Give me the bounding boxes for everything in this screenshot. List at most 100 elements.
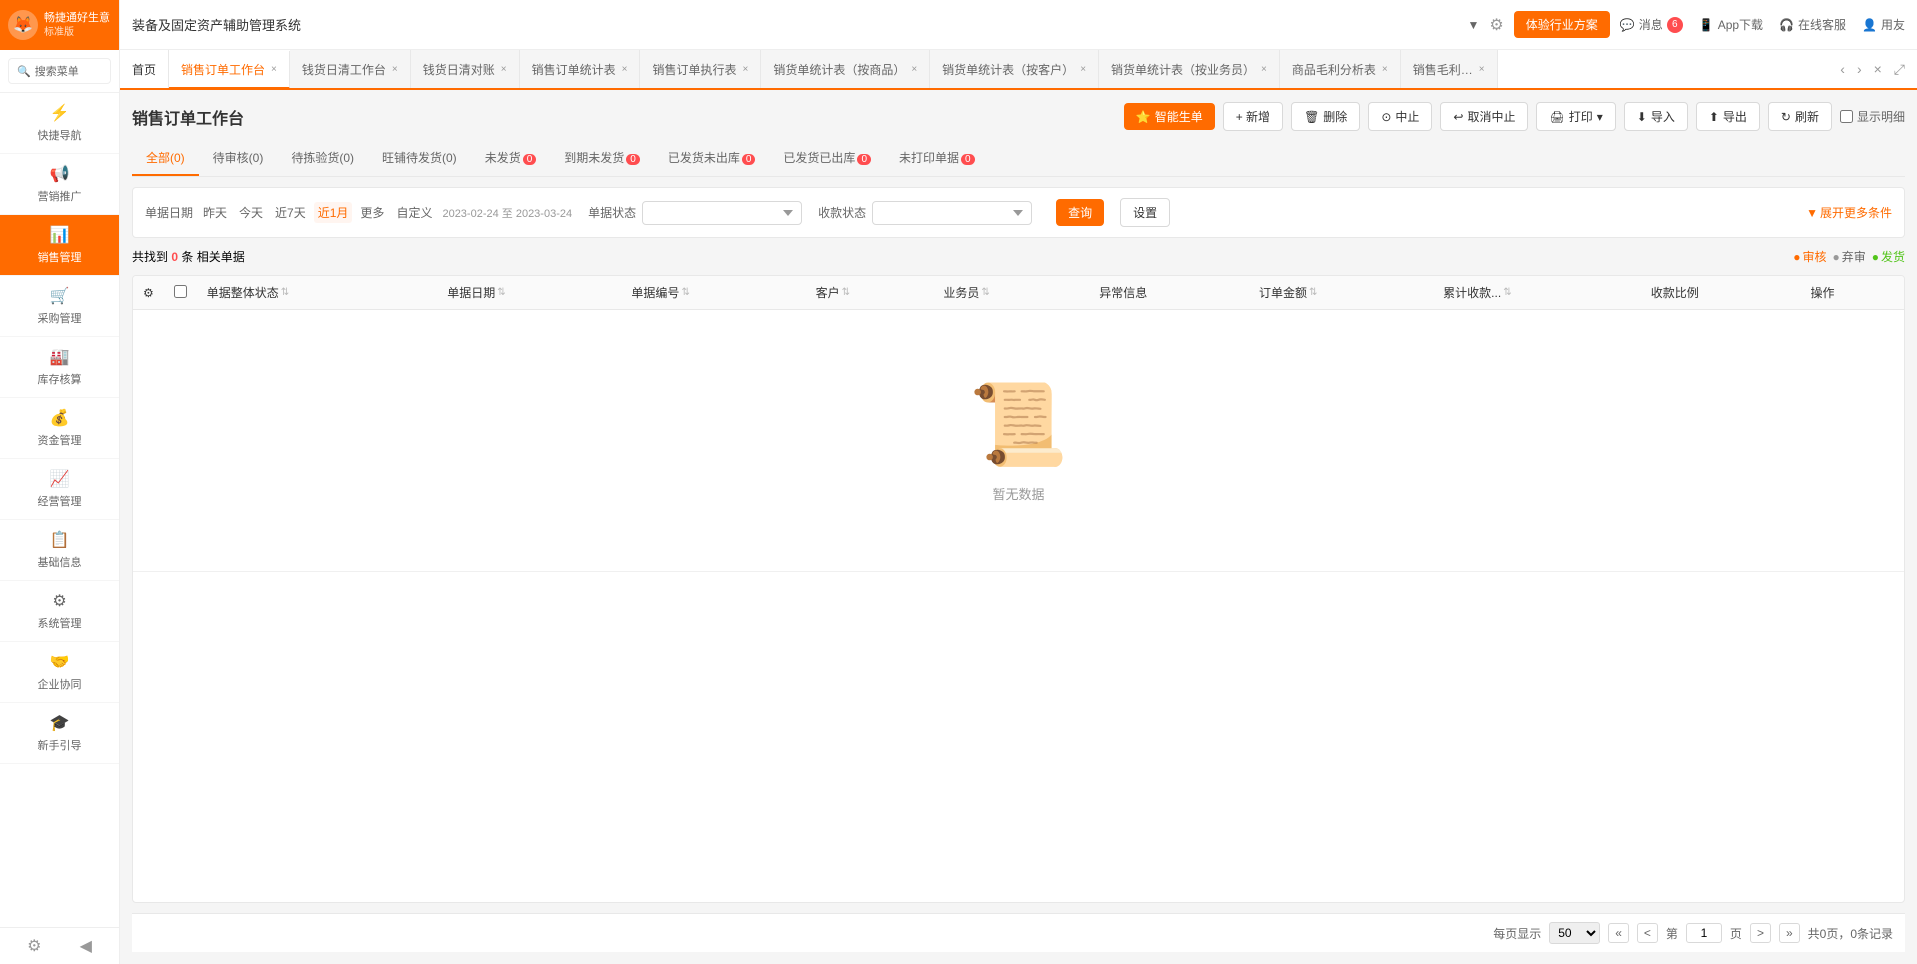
- subtab-overdue-unshipped[interactable]: 到期未发货0: [550, 141, 654, 176]
- show-detail-checkbox[interactable]: [1840, 110, 1853, 123]
- sidebar-item-guide[interactable]: 🎓新手引导: [0, 703, 119, 764]
- review-action-button[interactable]: ● 审核: [1793, 248, 1826, 265]
- import-button[interactable]: ⬇ 导入: [1624, 102, 1688, 131]
- uncheck-action-button[interactable]: ● 弃审: [1832, 248, 1865, 265]
- th-collected-sortable[interactable]: 累计收款... ⇅: [1443, 284, 1631, 301]
- smart-create-button[interactable]: ⭐ 智能生单: [1124, 103, 1215, 130]
- last-page-button[interactable]: »: [1779, 923, 1800, 943]
- show-detail-label[interactable]: 显示明细: [1840, 108, 1905, 125]
- date-btn-yesterday[interactable]: 昨天: [199, 202, 231, 223]
- app-title-dropdown[interactable]: ▼: [1468, 18, 1480, 32]
- tab-close-sales-stats-customer[interactable]: ×: [1080, 64, 1086, 75]
- date-btn-7days[interactable]: 近7天: [271, 202, 310, 223]
- date-btn-custom[interactable]: 自定义: [392, 202, 436, 223]
- sidebar-item-sales[interactable]: 📊销售管理: [0, 215, 119, 276]
- app-download-item[interactable]: 📱 App下载: [1699, 16, 1763, 33]
- first-page-button[interactable]: «: [1608, 923, 1629, 943]
- sidebar-item-basic-info[interactable]: 📋基础信息: [0, 520, 119, 581]
- date-btn-today[interactable]: 今天: [235, 202, 267, 223]
- date-range-text: 2023-02-24 至 2023-03-24: [442, 205, 572, 221]
- sidebar-item-label: 系统管理: [38, 615, 82, 631]
- tab-sales-stats-product[interactable]: 销货单统计表（按商品）×: [761, 50, 930, 88]
- settings-bottom-button[interactable]: ⚙: [27, 936, 41, 956]
- tab-sales-stats-staff[interactable]: 销货单统计表（按业务员）×: [1099, 50, 1280, 88]
- topbar-settings-icon[interactable]: ⚙: [1489, 15, 1503, 35]
- tab-close-sales-more[interactable]: ×: [1479, 64, 1485, 75]
- expand-filter-button[interactable]: ▼ 展开更多条件: [1806, 204, 1892, 221]
- tab-close-sales-stats-staff[interactable]: ×: [1261, 64, 1267, 75]
- add-button[interactable]: + 新增: [1223, 102, 1283, 131]
- next-page-button[interactable]: >: [1750, 923, 1771, 943]
- sidebar-item-quick-nav[interactable]: ⚡快捷导航: [0, 93, 119, 154]
- ship-action-button[interactable]: ● 发货: [1872, 248, 1905, 265]
- tab-close-cash-daily[interactable]: ×: [392, 64, 398, 75]
- th-date-sortable[interactable]: 单据日期 ⇅: [447, 284, 611, 301]
- th-staff-sortable[interactable]: 业务员 ⇅: [943, 284, 1079, 301]
- sidebar-item-inventory[interactable]: 🏭库存核算: [0, 337, 119, 398]
- tab-sales-stats-customer[interactable]: 销货单统计表（按客户）×: [930, 50, 1099, 88]
- tab-profit-analysis[interactable]: 商品毛利分析表×: [1280, 50, 1401, 88]
- th-settings[interactable]: ⚙: [133, 276, 164, 310]
- tab-scroll-right-button[interactable]: ›: [1853, 59, 1866, 79]
- page-input[interactable]: [1686, 923, 1722, 943]
- message-item[interactable]: 💬 消息 6: [1620, 16, 1683, 33]
- stop-button[interactable]: ⊙ 中止: [1368, 102, 1432, 131]
- tab-sales-more[interactable]: 销售毛利…×: [1401, 50, 1498, 88]
- online-service-item[interactable]: 🎧 在线客服: [1779, 16, 1846, 33]
- tab-sales-exec[interactable]: 销售订单执行表×: [640, 50, 761, 88]
- tab-close-sales-exec[interactable]: ×: [742, 64, 748, 75]
- date-btn-more[interactable]: 更多: [356, 202, 388, 223]
- subtab-shipped-no-out[interactable]: 已发货未出库0: [654, 141, 770, 176]
- settings-filter-button[interactable]: 设置: [1120, 198, 1170, 227]
- print-button[interactable]: 🖨 打印 ▾: [1536, 102, 1615, 131]
- refresh-button[interactable]: ↻ 刷新: [1768, 102, 1832, 131]
- tab-close-all-button[interactable]: ×: [1870, 59, 1886, 79]
- tab-cash-daily[interactable]: 钱货日清工作台×: [290, 50, 411, 88]
- subtab-pending-review[interactable]: 待审核(0): [199, 141, 278, 176]
- refresh-icon: ↻: [1781, 110, 1791, 124]
- th-customer-sortable[interactable]: 客户 ⇅: [816, 284, 924, 301]
- subtab-unprinted[interactable]: 未打印单据0: [885, 141, 989, 176]
- sidebar-item-marketing[interactable]: 📢营销推广: [0, 154, 119, 215]
- th-amount-sortable[interactable]: 订单金额 ⇅: [1259, 284, 1423, 301]
- tab-home[interactable]: 首页: [120, 50, 169, 88]
- subtab-all[interactable]: 全部(0): [132, 141, 199, 176]
- subtab-wangpu-ship[interactable]: 旺铺待发货(0): [368, 141, 471, 176]
- tab-label-sales-workbench: 销售订单工作台: [181, 61, 265, 78]
- th-number-sortable[interactable]: 单据编号 ⇅: [631, 284, 795, 301]
- sidebar-item-system[interactable]: ⚙系统管理: [0, 581, 119, 642]
- subtab-unshipped[interactable]: 未发货0: [471, 141, 551, 176]
- sidebar-item-operations[interactable]: 📈经营管理: [0, 459, 119, 520]
- sidebar-item-enterprise[interactable]: 🤝企业协同: [0, 642, 119, 703]
- export-button[interactable]: ⬆ 导出: [1696, 102, 1760, 131]
- user-item[interactable]: 👤 用友: [1862, 16, 1905, 33]
- search-menu-button[interactable]: 🔍 搜索菜单: [8, 58, 111, 84]
- tab-close-sales-workbench[interactable]: ×: [271, 64, 277, 75]
- cancel-stop-button[interactable]: ↩ 取消中止: [1440, 102, 1528, 131]
- status-select[interactable]: [642, 201, 802, 225]
- tab-close-sales-stats[interactable]: ×: [622, 64, 628, 75]
- collapse-sidebar-button[interactable]: ◀: [80, 936, 92, 956]
- subtab-shipped-out[interactable]: 已发货已出库0: [769, 141, 885, 176]
- subtab-pending-inspect[interactable]: 待拣验货(0): [277, 141, 368, 176]
- th-status-sortable[interactable]: 单据整体状态 ⇅: [207, 284, 428, 301]
- tab-fullscreen-button[interactable]: ⤢: [1890, 59, 1909, 80]
- tab-sales-workbench[interactable]: 销售订单工作台 ×: [169, 51, 290, 89]
- payment-select[interactable]: [872, 201, 1032, 225]
- tab-cash-reconcile[interactable]: 钱货日清对账×: [411, 50, 520, 88]
- page-size-select[interactable]: 50 100: [1549, 922, 1600, 944]
- tab-sales-stats[interactable]: 销售订单统计表×: [520, 50, 641, 88]
- date-btn-1month[interactable]: 近1月: [314, 202, 353, 223]
- search-button[interactable]: 查询: [1056, 199, 1104, 226]
- tab-scroll-left-button[interactable]: ‹: [1836, 59, 1849, 79]
- sidebar-item-purchase[interactable]: 🛒采购管理: [0, 276, 119, 337]
- delete-button[interactable]: 🗑 删除: [1291, 102, 1360, 131]
- tab-close-profit-analysis[interactable]: ×: [1382, 64, 1388, 75]
- sidebar-item-finance[interactable]: 💰资金管理: [0, 398, 119, 459]
- tab-close-cash-reconcile[interactable]: ×: [501, 64, 507, 75]
- industry-solution-button[interactable]: 体验行业方案: [1514, 11, 1610, 38]
- select-all-checkbox[interactable]: [174, 285, 187, 298]
- prev-page-button[interactable]: <: [1637, 923, 1658, 943]
- tab-close-sales-stats-product[interactable]: ×: [911, 64, 917, 75]
- th-checkbox[interactable]: [164, 276, 197, 310]
